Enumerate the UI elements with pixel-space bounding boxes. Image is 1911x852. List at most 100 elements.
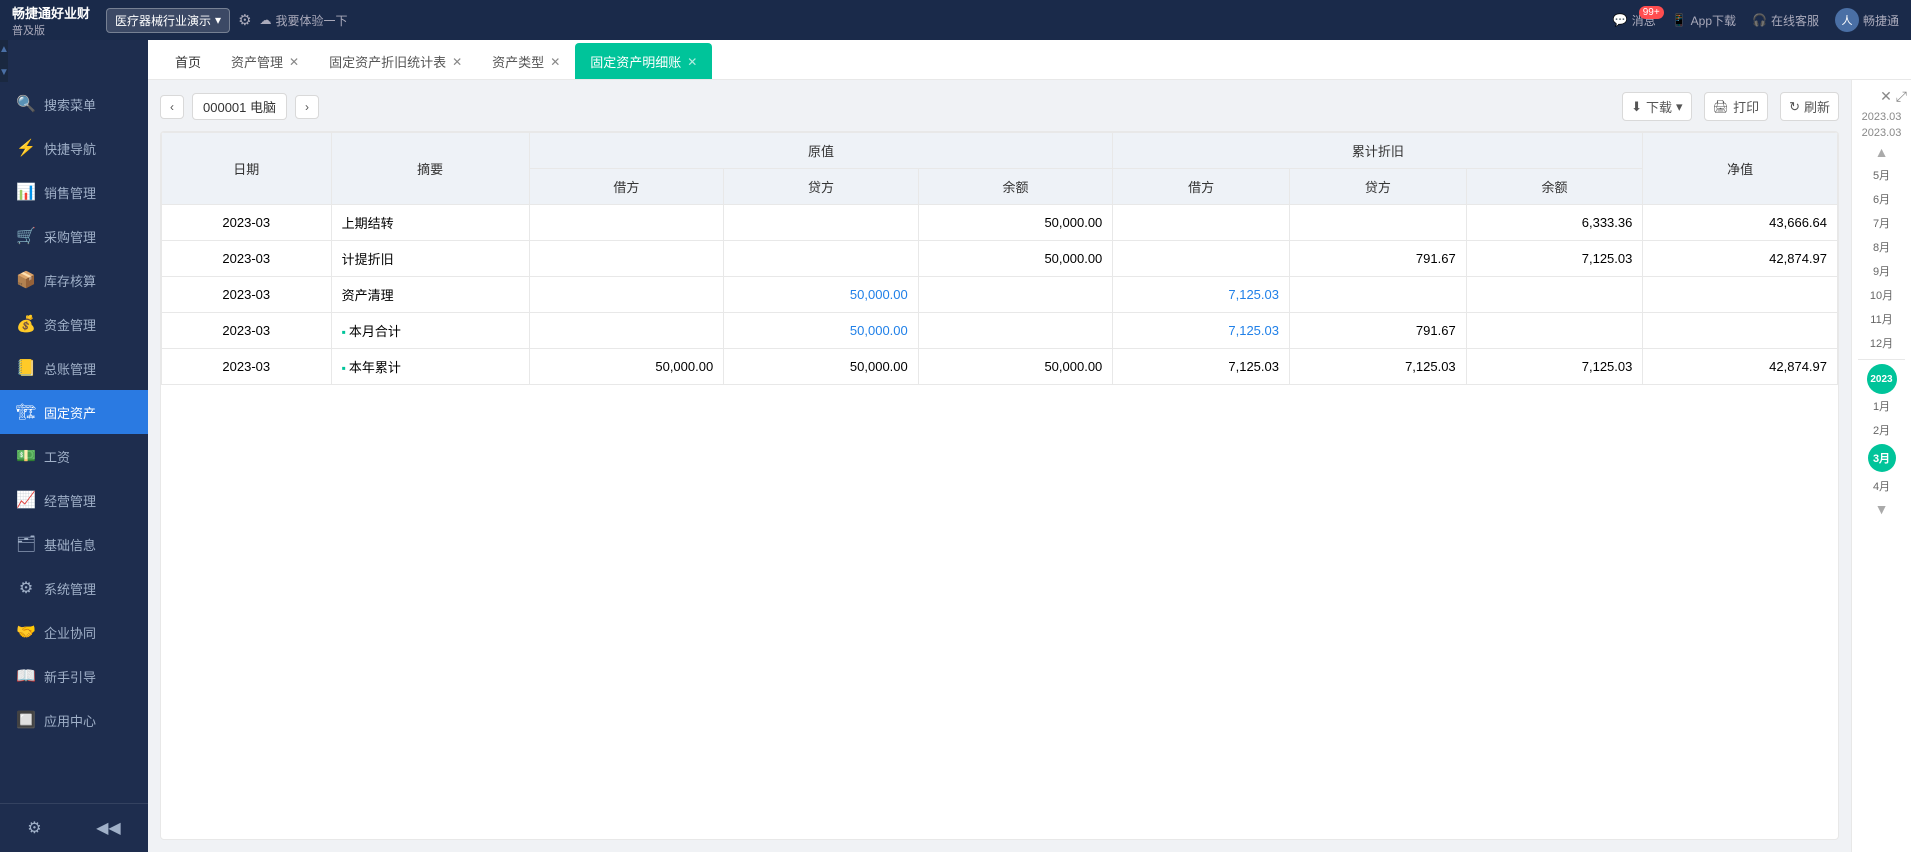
- sidebar-item-appstore[interactable]: 🔲 应用中心: [0, 698, 148, 742]
- table-row-month-total: 2023-03 ▪本月合计 50,000.00 7,125.03 791.67: [162, 313, 1838, 349]
- sidebar-item-quicknav[interactable]: ⚡ 快捷导航: [0, 126, 148, 170]
- tab-asset-detail-close[interactable]: ✕: [687, 55, 697, 69]
- tab-home[interactable]: 首页: [160, 43, 216, 79]
- app-download-button[interactable]: 📱 App下载: [1672, 12, 1736, 29]
- timeline-header-top1: 2023.03: [1862, 109, 1902, 125]
- sidebar-item-search[interactable]: 🔍 搜索菜单: [0, 82, 148, 126]
- tab-asset-mgmt-close[interactable]: ✕: [289, 55, 299, 69]
- timeline-month-12[interactable]: 12月: [1852, 331, 1911, 355]
- timeline-month-9[interactable]: 9月: [1852, 259, 1911, 283]
- tab-asset-detail[interactable]: 固定资产明细账 ✕: [575, 43, 712, 79]
- settings-icon[interactable]: ⚙: [238, 11, 251, 29]
- quicknav-icon: ⚡: [16, 138, 36, 158]
- asset-code-tag: 000001 电脑: [192, 93, 287, 120]
- sidebar-item-operations[interactable]: 📈 经营管理: [0, 478, 148, 522]
- scroll-up-arrow[interactable]: ▲: [0, 42, 11, 57]
- tab-asset-mgmt[interactable]: 资产管理 ✕: [216, 43, 314, 79]
- scroll-down-arrow[interactable]: ▼: [0, 65, 11, 80]
- guide-icon: 📖: [16, 666, 36, 686]
- col-orig-balance: 余额: [918, 169, 1113, 205]
- timeline-month-3[interactable]: 3月: [1868, 444, 1896, 472]
- table-row-year-total: 2023-03 ▪本年累计 50,000.00 50,000.00 50,000…: [162, 349, 1838, 385]
- timeline-month-11[interactable]: 11月: [1852, 307, 1911, 331]
- timeline-month-8[interactable]: 8月: [1852, 235, 1911, 259]
- online-service-button[interactable]: 🎧 在线客服: [1752, 12, 1819, 29]
- col-dep-credit: 贷方: [1289, 169, 1466, 205]
- logo: 畅捷通好业财 普及版: [12, 3, 90, 38]
- experience-button[interactable]: ☁ 我要体验一下: [260, 12, 348, 29]
- top-bar-left: 畅捷通好业财 普及版 医疗器械行业演示 ▾ ⚙ ☁ 我要体验一下: [12, 3, 348, 38]
- right-panel: ✕ ⤢ 2023.03 2023.03 ▲ 5月 6月 7月 8月 9月 10月…: [1851, 80, 1911, 852]
- tab-asset-type-close[interactable]: ✕: [550, 55, 560, 69]
- main-panel: ‹ 000001 电脑 › ⬇ 下载 ▾ 🖨: [148, 80, 1851, 852]
- collab-icon: 🤝: [16, 622, 36, 642]
- top-bar-right: 💬 消息 99+ 📱 App下载 🎧 在线客服 人 畅捷通: [1613, 8, 1899, 32]
- col-summary: 摘要: [331, 133, 529, 205]
- sidebar-item-collab[interactable]: 🤝 企业协同: [0, 610, 148, 654]
- timeline-month-1[interactable]: 1月: [1852, 394, 1911, 418]
- table-row: 2023-03 上期结转 50,000.00 6,333.36 43,666.6…: [162, 205, 1838, 241]
- col-net-value: 净值: [1643, 133, 1838, 205]
- sidebar-item-ledger[interactable]: 📒 总账管理: [0, 346, 148, 390]
- sidebar-settings-button[interactable]: ⚙: [21, 812, 47, 844]
- toolbar-right: ⬇ 下载 ▾ 🖨 打印 ↻ 刷新: [1622, 92, 1839, 121]
- panel-expand-button[interactable]: ⤢: [1896, 88, 1907, 105]
- ledger-icon: 📒: [16, 358, 36, 378]
- tab-depreciation-stat-close[interactable]: ✕: [452, 55, 462, 69]
- timeline-month-4[interactable]: 4月: [1852, 474, 1911, 498]
- col-orig-debit: 借方: [529, 169, 724, 205]
- data-table: 日期 摘要 原值 累计折旧 净值 借方 贷方 余额 借方: [161, 132, 1838, 385]
- sidebar-item-inventory[interactable]: 📦 库存核算: [0, 258, 148, 302]
- operations-icon: 📈: [16, 490, 36, 510]
- timeline-month-2[interactable]: 2月: [1852, 418, 1911, 442]
- top-bar: 畅捷通好业财 普及版 医疗器械行业演示 ▾ ⚙ ☁ 我要体验一下 💬 消息 99…: [0, 0, 1911, 40]
- sidebar-item-guide[interactable]: 📖 新手引导: [0, 654, 148, 698]
- sidebar-item-purchase[interactable]: 🛒 采购管理: [0, 214, 148, 258]
- toolbar: ‹ 000001 电脑 › ⬇ 下载 ▾ 🖨: [160, 92, 1839, 121]
- col-date: 日期: [162, 133, 332, 205]
- prev-asset-button[interactable]: ‹: [160, 95, 184, 119]
- download-button[interactable]: ⬇ 下载 ▾: [1622, 92, 1691, 121]
- sidebar-item-salary[interactable]: 💵 工资: [0, 434, 148, 478]
- sidebar-item-sales[interactable]: 📊 销售管理: [0, 170, 148, 214]
- timeline-scroll-down[interactable]: ▼: [1872, 498, 1892, 520]
- timeline-scroll-up[interactable]: ▲: [1872, 141, 1892, 163]
- timeline-month-7[interactable]: 7月: [1852, 211, 1911, 235]
- timeline-header-top2: 2023.03: [1862, 125, 1902, 141]
- sidebar-item-funds[interactable]: 💰 资金管理: [0, 302, 148, 346]
- sidebar-bottom: ⚙ ◀◀: [0, 803, 148, 852]
- col-dep-debit: 借方: [1113, 169, 1290, 205]
- sidebar-item-system[interactable]: ⚙ 系统管理: [0, 566, 148, 610]
- table-row: 2023-03 计提折旧 50,000.00 791.67 7,125.03 4…: [162, 241, 1838, 277]
- timeline-month-10[interactable]: 10月: [1852, 283, 1911, 307]
- funds-icon: 💰: [16, 314, 36, 334]
- content-area: 首页 资产管理 ✕ 固定资产折旧统计表 ✕ 资产类型 ✕ 固定资产明细账 ✕: [148, 40, 1911, 852]
- right-panel-top-btns: ✕ ⤢: [1852, 84, 1911, 109]
- sidebar-item-basic[interactable]: 🗂 基础信息: [0, 522, 148, 566]
- search-icon: 🔍: [16, 94, 36, 114]
- print-button[interactable]: 🖨 打印: [1704, 92, 1769, 121]
- timeline-year-2023: 2023: [1867, 364, 1897, 394]
- download-icon: ⬇: [1631, 99, 1642, 115]
- messages-button[interactable]: 💬 消息 99+: [1613, 12, 1656, 29]
- tab-asset-type[interactable]: 资产类型 ✕: [477, 43, 575, 79]
- fixed-assets-icon: 🏗: [16, 402, 36, 422]
- timeline-month-6[interactable]: 6月: [1852, 187, 1911, 211]
- sidebar-scrollbar[interactable]: ▲ ▼: [0, 40, 8, 82]
- user-avatar[interactable]: 人 畅捷通: [1835, 8, 1899, 32]
- next-asset-button[interactable]: ›: [295, 95, 319, 119]
- panel-close-button[interactable]: ✕: [1880, 88, 1892, 105]
- toolbar-left: ‹ 000001 电脑 ›: [160, 93, 319, 120]
- sidebar-collapse-button[interactable]: ◀◀: [90, 812, 127, 844]
- tab-depreciation-stat[interactable]: 固定资产折旧统计表 ✕: [314, 43, 477, 79]
- col-accumulated-dep: 累计折旧: [1113, 133, 1643, 169]
- data-table-wrapper: 日期 摘要 原值 累计折旧 净值 借方 贷方 余额 借方: [160, 131, 1839, 840]
- appstore-icon: 🔲: [16, 710, 36, 730]
- company-selector[interactable]: 医疗器械行业演示 ▾: [106, 8, 230, 33]
- basic-icon: 🗂: [16, 534, 36, 554]
- system-icon: ⚙: [16, 578, 36, 598]
- avatar-icon: 人: [1835, 8, 1859, 32]
- sidebar-item-fixed-assets[interactable]: 🏗 固定资产: [0, 390, 148, 434]
- refresh-button[interactable]: ↻ 刷新: [1780, 92, 1839, 121]
- timeline-month-5[interactable]: 5月: [1852, 163, 1911, 187]
